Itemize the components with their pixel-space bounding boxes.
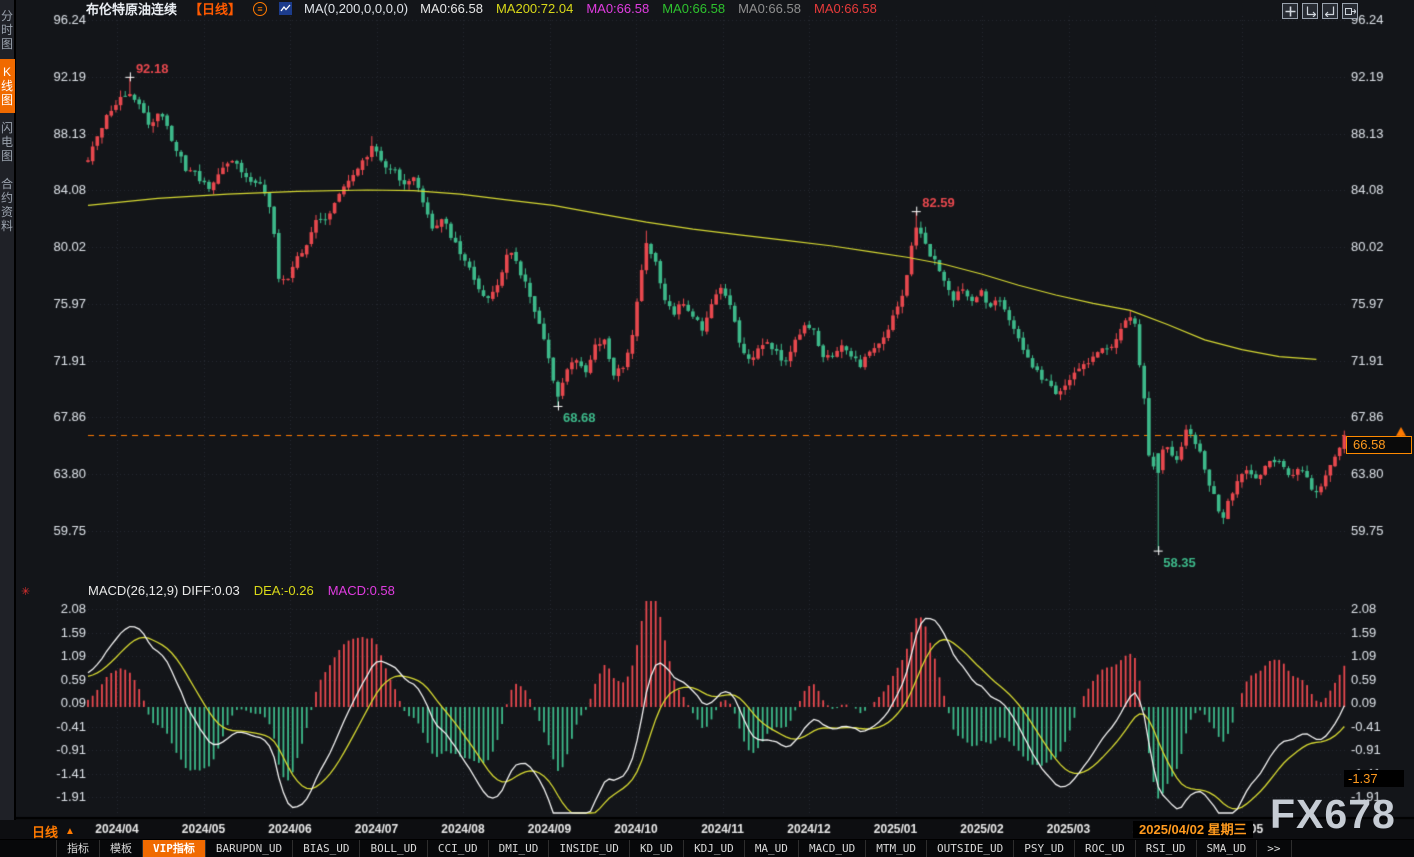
y-axis-left-icon[interactable] bbox=[1302, 3, 1318, 19]
ma-values-group: MA0:66.58 MA200:72.04 MA0:66.58 MA0:66.58 MA… bbox=[420, 1, 877, 16]
toolbar-tab-BIAS_UD[interactable]: BIAS_UD bbox=[292, 840, 359, 857]
candlestick-macd-chart-canvas[interactable] bbox=[0, 0, 1414, 857]
toolbar-tab-DMI_UD[interactable]: DMI_UD bbox=[487, 840, 549, 857]
indicator-toolbar: 指标 模板 VIP指标 BARUPDN_UD BIAS_UD BOLL_UD CCI_UD D… bbox=[0, 839, 1414, 857]
chart-window-icons bbox=[1282, 3, 1358, 19]
ma-value-2: MA0:66.58 bbox=[586, 1, 650, 16]
sidebar-item-合约资料[interactable]: 合 约 资 料 bbox=[0, 171, 15, 239]
toolbar-tab-BARUPDN_UD[interactable]: BARUPDN_UD bbox=[204, 840, 292, 857]
chart-style-icon[interactable] bbox=[279, 2, 293, 15]
chart-header: 布伦特原油连续 【日线】 ≡ MA(0,200,0,0,0,0) MA0:66.… bbox=[86, 0, 877, 17]
toolbar-tab->>[interactable]: >> bbox=[1256, 840, 1292, 857]
ma-settings-label: MA(0,200,0,0,0,0) bbox=[304, 1, 409, 16]
sidebar-item-闪电图[interactable]: 闪 电 图 bbox=[0, 115, 15, 169]
toolbar-tab-BOLL_UD[interactable]: BOLL_UD bbox=[359, 840, 426, 857]
macd-crosshair-value-box: -1.37 bbox=[1344, 770, 1404, 787]
toolbar-tab-OUTSIDE_UD[interactable]: OUTSIDE_UD bbox=[926, 840, 1013, 857]
toolbar-tab-RSI_UD[interactable]: RSI_UD bbox=[1134, 840, 1196, 857]
toolbar-tab-VIP指标[interactable]: VIP指标 bbox=[142, 840, 205, 857]
instrument-menu-icon[interactable]: ≡ bbox=[253, 1, 268, 16]
macd-indicator-header: MACD(26,12,9) DIFF:0.03 DEA:-0.26 MACD:0.5… bbox=[88, 583, 395, 598]
crosshair-move-icon[interactable] bbox=[1282, 3, 1298, 19]
toolbar-tab-模板[interactable]: 模板 bbox=[99, 840, 142, 857]
ma-value-0: MA0:66.58 bbox=[420, 1, 483, 16]
macd-header-part-1: DEA:-0.26 bbox=[253, 583, 314, 598]
toolbar-tab-KDJ_UD[interactable]: KDJ_UD bbox=[683, 840, 744, 857]
toolbar-tab-KD_UD[interactable]: KD_UD bbox=[628, 840, 683, 857]
toolbar-tab-CCI_UD[interactable]: CCI_UD bbox=[426, 840, 488, 857]
ma-value-3: MA0:66.58 bbox=[662, 1, 726, 16]
crosshair-date-tooltip: 2025/04/02 星期三 bbox=[1133, 821, 1253, 838]
toolbar-tab-MA_UD[interactable]: MA_UD bbox=[743, 840, 798, 857]
brand-watermark: FX678 bbox=[1270, 791, 1396, 837]
trading-app-window: 布伦特原油连续 【日线】 ≡ MA(0,200,0,0,0,0) MA0:66.… bbox=[0, 0, 1414, 857]
last-price-axis-box: 66.58 bbox=[1346, 436, 1412, 454]
toolbar-tab-INSIDE_UD[interactable]: INSIDE_UD bbox=[548, 840, 629, 857]
pane-expand-icon[interactable] bbox=[1342, 3, 1358, 19]
sidebar-item-K线图[interactable]: K 线 图 bbox=[0, 59, 15, 113]
chart-type-sidebar: 分 时 图 K 线 图闪 电 图合 约 资 料 bbox=[0, 0, 16, 820]
ma-value-5: MA0:66.58 bbox=[813, 1, 877, 16]
instrument-title: 布伦特原油连续 bbox=[86, 2, 178, 17]
toolbar-tab-指标[interactable]: 指标 bbox=[56, 840, 99, 857]
ma-value-4: MA0:66.58 bbox=[738, 1, 801, 16]
period-tag: 【日线】 bbox=[189, 2, 242, 17]
toolbar-tab-SMA_UD[interactable]: SMA_UD bbox=[1195, 840, 1257, 857]
y-axis-right-icon[interactable] bbox=[1322, 3, 1338, 19]
toolbar-tab-ROC_UD[interactable]: ROC_UD bbox=[1074, 840, 1135, 857]
ma-value-1: MA200:72.04 bbox=[495, 1, 574, 16]
toolbar-tab-PSY_UD[interactable]: PSY_UD bbox=[1013, 840, 1074, 857]
sidebar-item-分时图[interactable]: 分 时 图 bbox=[0, 3, 15, 57]
toolbar-tab-MACD_UD[interactable]: MACD_UD bbox=[797, 840, 865, 857]
indicator-alert-icon[interactable]: ✳ bbox=[21, 585, 30, 598]
period-arrow-icon: ▲ bbox=[65, 826, 75, 837]
toolbar-tab-MTM_UD[interactable]: MTM_UD bbox=[865, 840, 926, 857]
macd-header-part-2: MACD:0.58 bbox=[327, 583, 395, 598]
macd-header-part-0: MACD(26,12,9) DIFF:0.03 bbox=[88, 583, 240, 598]
